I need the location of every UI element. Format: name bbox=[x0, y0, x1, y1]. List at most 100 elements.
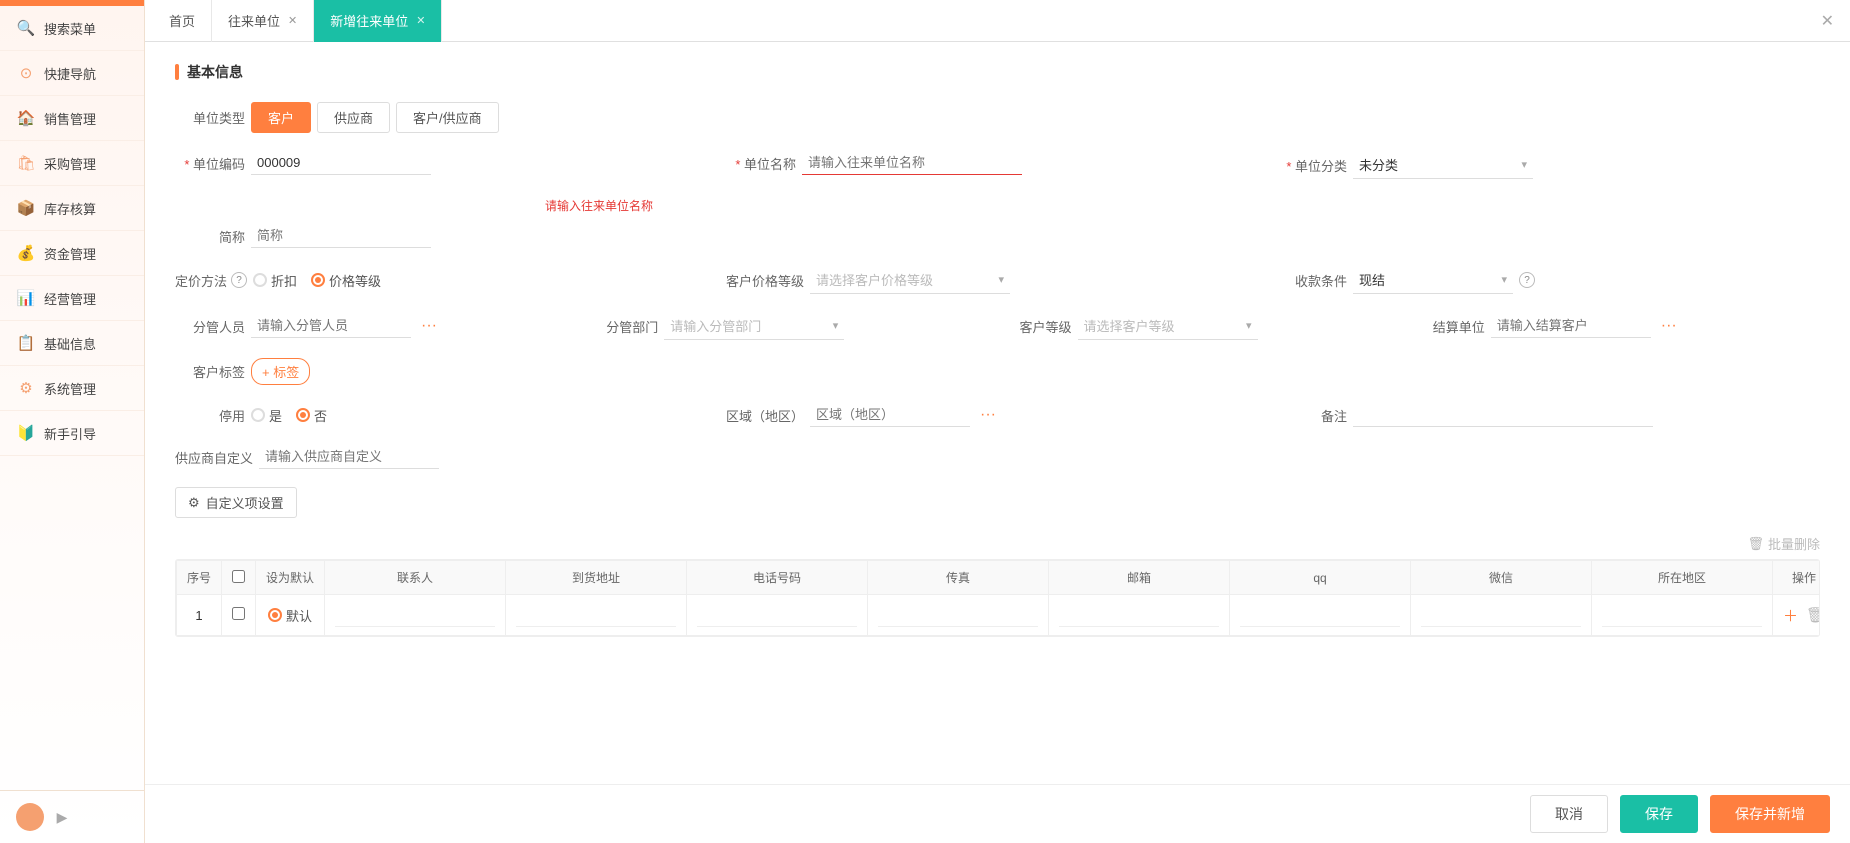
chevron-down-icon4: ▾ bbox=[833, 319, 839, 332]
sidebar-item-system[interactable]: ⚙ 系统管理 bbox=[0, 366, 144, 411]
contact-input[interactable] bbox=[335, 603, 495, 627]
manager-input[interactable] bbox=[251, 314, 411, 338]
short-name-input[interactable] bbox=[251, 224, 431, 248]
row-checkbox[interactable] bbox=[232, 607, 245, 620]
close-all-tabs[interactable]: ✕ bbox=[1813, 11, 1842, 31]
cell-fax[interactable] bbox=[868, 595, 1049, 636]
batch-delete-icon: 🗑 bbox=[1747, 536, 1764, 552]
payment-terms-value: 现结 bbox=[1359, 270, 1497, 289]
chart-icon: 📊 bbox=[16, 288, 36, 308]
home-icon: ⊙ bbox=[16, 63, 36, 83]
phone-input[interactable] bbox=[697, 603, 857, 627]
manager-more-btn[interactable]: ··· bbox=[417, 317, 441, 335]
tab-partners[interactable]: 往来单位 ✕ bbox=[212, 0, 314, 42]
fax-input[interactable] bbox=[878, 603, 1038, 627]
pricing-radio-discount[interactable]: 折扣 bbox=[253, 271, 297, 290]
unit-name-label: 单位名称 bbox=[726, 154, 796, 173]
unit-info-row: 单位编码 单位名称 单位分类 未分类 ▾ bbox=[175, 151, 1820, 179]
short-name-row: 简称 bbox=[175, 224, 1820, 248]
pricing-help-icon[interactable]: ? bbox=[231, 272, 247, 288]
pricing-radio-level[interactable]: 价格等级 bbox=[311, 271, 381, 290]
settlement-more-btn[interactable]: ··· bbox=[1657, 317, 1681, 335]
sidebar-item-basic[interactable]: 📋 基础信息 bbox=[0, 321, 144, 366]
cell-address[interactable] bbox=[506, 595, 687, 636]
delete-row-btn[interactable]: 🗑 bbox=[1806, 606, 1820, 624]
search-icon: 🔍 bbox=[16, 18, 36, 38]
discount-label: 折扣 bbox=[271, 271, 297, 290]
expand-icon[interactable]: ▶ bbox=[50, 805, 74, 829]
chevron-down-icon: ▾ bbox=[1521, 158, 1527, 171]
sidebar-item-guide[interactable]: 🔰 新手引导 bbox=[0, 411, 144, 456]
settlement-input[interactable] bbox=[1491, 314, 1651, 338]
unit-code-label: 单位编码 bbox=[175, 154, 245, 173]
region-input[interactable] bbox=[810, 403, 970, 427]
disabled-yes[interactable]: 是 bbox=[251, 406, 282, 425]
sidebar-item-ops[interactable]: 📊 经营管理 bbox=[0, 276, 144, 321]
department-select[interactable]: 请输入分管部门 ▾ bbox=[664, 312, 844, 340]
unit-type-supplier-btn[interactable]: 供应商 bbox=[317, 102, 390, 133]
manager-group: 分管人员 ··· bbox=[175, 314, 580, 338]
default-radio[interactable]: 默认 bbox=[266, 606, 314, 625]
address-input[interactable] bbox=[516, 603, 676, 627]
cell-default: 默认 bbox=[256, 595, 325, 636]
add-row-btn[interactable]: ＋ bbox=[1783, 605, 1798, 626]
customer-price-level-label: 客户价格等级 bbox=[726, 271, 804, 290]
unit-category-select[interactable]: 未分类 ▾ bbox=[1353, 151, 1533, 179]
sidebar-item-inventory[interactable]: 📦 库存核算 bbox=[0, 186, 144, 231]
add-tag-btn[interactable]: + 标签 bbox=[251, 358, 310, 385]
tab-new-partner-close[interactable]: ✕ bbox=[416, 14, 425, 27]
sidebar-item-sales[interactable]: 🏠 销售管理 bbox=[0, 96, 144, 141]
cell-email[interactable] bbox=[1049, 595, 1230, 636]
email-input[interactable] bbox=[1059, 603, 1219, 627]
sidebar-footer: ▶ bbox=[0, 790, 144, 843]
cell-wechat[interactable] bbox=[1411, 595, 1592, 636]
wechat-input[interactable] bbox=[1421, 603, 1581, 627]
supplier-custom-input[interactable] bbox=[259, 445, 439, 469]
payment-help-icon[interactable]: ? bbox=[1519, 272, 1535, 288]
customer-level-select[interactable]: 请选择客户等级 ▾ bbox=[1078, 312, 1258, 340]
sidebar-item-label: 基础信息 bbox=[44, 334, 96, 353]
cancel-button[interactable]: 取消 bbox=[1530, 795, 1608, 833]
customer-price-level-placeholder: 请选择客户价格等级 bbox=[816, 270, 994, 289]
sidebar-item-finance[interactable]: 💰 资金管理 bbox=[0, 231, 144, 276]
unit-name-input[interactable] bbox=[802, 151, 1022, 175]
tab-new-partner[interactable]: 新增往来单位 ✕ bbox=[314, 0, 442, 42]
region-more-btn[interactable]: ··· bbox=[976, 406, 1000, 424]
custom-settings-btn[interactable]: ⚙ 自定义项设置 bbox=[175, 487, 297, 518]
unit-type-both-btn[interactable]: 客户/供应商 bbox=[396, 102, 499, 133]
qq-input[interactable] bbox=[1240, 603, 1400, 627]
remark-input[interactable] bbox=[1353, 403, 1653, 427]
pricing-radio-group: 折扣 价格等级 bbox=[253, 271, 381, 290]
cell-contact[interactable] bbox=[325, 595, 506, 636]
col-region: 所在地区 bbox=[1592, 561, 1773, 595]
disabled-no[interactable]: 否 bbox=[296, 406, 327, 425]
cell-region[interactable] bbox=[1592, 595, 1773, 636]
save-button[interactable]: 保存 bbox=[1620, 795, 1698, 833]
batch-delete-btn[interactable]: 🗑 批量删除 bbox=[175, 534, 1820, 553]
tab-partners-close[interactable]: ✕ bbox=[288, 14, 297, 27]
cell-qq[interactable] bbox=[1230, 595, 1411, 636]
section-header: 基本信息 bbox=[175, 62, 1820, 82]
unit-type-customer-btn[interactable]: 客户 bbox=[251, 102, 311, 133]
sidebar-item-purchase[interactable]: 🛍 采购管理 bbox=[0, 141, 144, 186]
unit-code-input[interactable] bbox=[251, 151, 431, 175]
tab-home[interactable]: 首页 bbox=[153, 0, 212, 42]
money-icon: 💰 bbox=[16, 243, 36, 263]
region-cell-input[interactable] bbox=[1602, 603, 1762, 627]
tag-group: 客户标签 + 标签 bbox=[175, 358, 1820, 385]
sidebar-item-quick-nav[interactable]: ⊙ 快捷导航 bbox=[0, 51, 144, 96]
disabled-label: 停用 bbox=[175, 406, 245, 425]
sidebar-item-search[interactable]: 🔍 搜索菜单 bbox=[0, 6, 144, 51]
save-new-button[interactable]: 保存并新增 bbox=[1710, 795, 1830, 833]
customer-price-level-select[interactable]: 请选择客户价格等级 ▾ bbox=[810, 266, 1010, 294]
pricing-method-group: 定价方法 ? 折扣 价格等级 bbox=[175, 271, 718, 290]
col-default: 设为默认 bbox=[256, 561, 325, 595]
cell-seq: 1 bbox=[177, 595, 222, 636]
settlement-label: 结算单位 bbox=[1415, 317, 1485, 336]
avatar[interactable] bbox=[16, 803, 44, 831]
sidebar-item-label: 经营管理 bbox=[44, 289, 96, 308]
payment-terms-select[interactable]: 现结 ▾ bbox=[1353, 266, 1513, 294]
select-all-checkbox[interactable] bbox=[232, 570, 245, 583]
cell-phone[interactable] bbox=[687, 595, 868, 636]
custom-settings-label: 自定义项设置 bbox=[206, 493, 284, 512]
